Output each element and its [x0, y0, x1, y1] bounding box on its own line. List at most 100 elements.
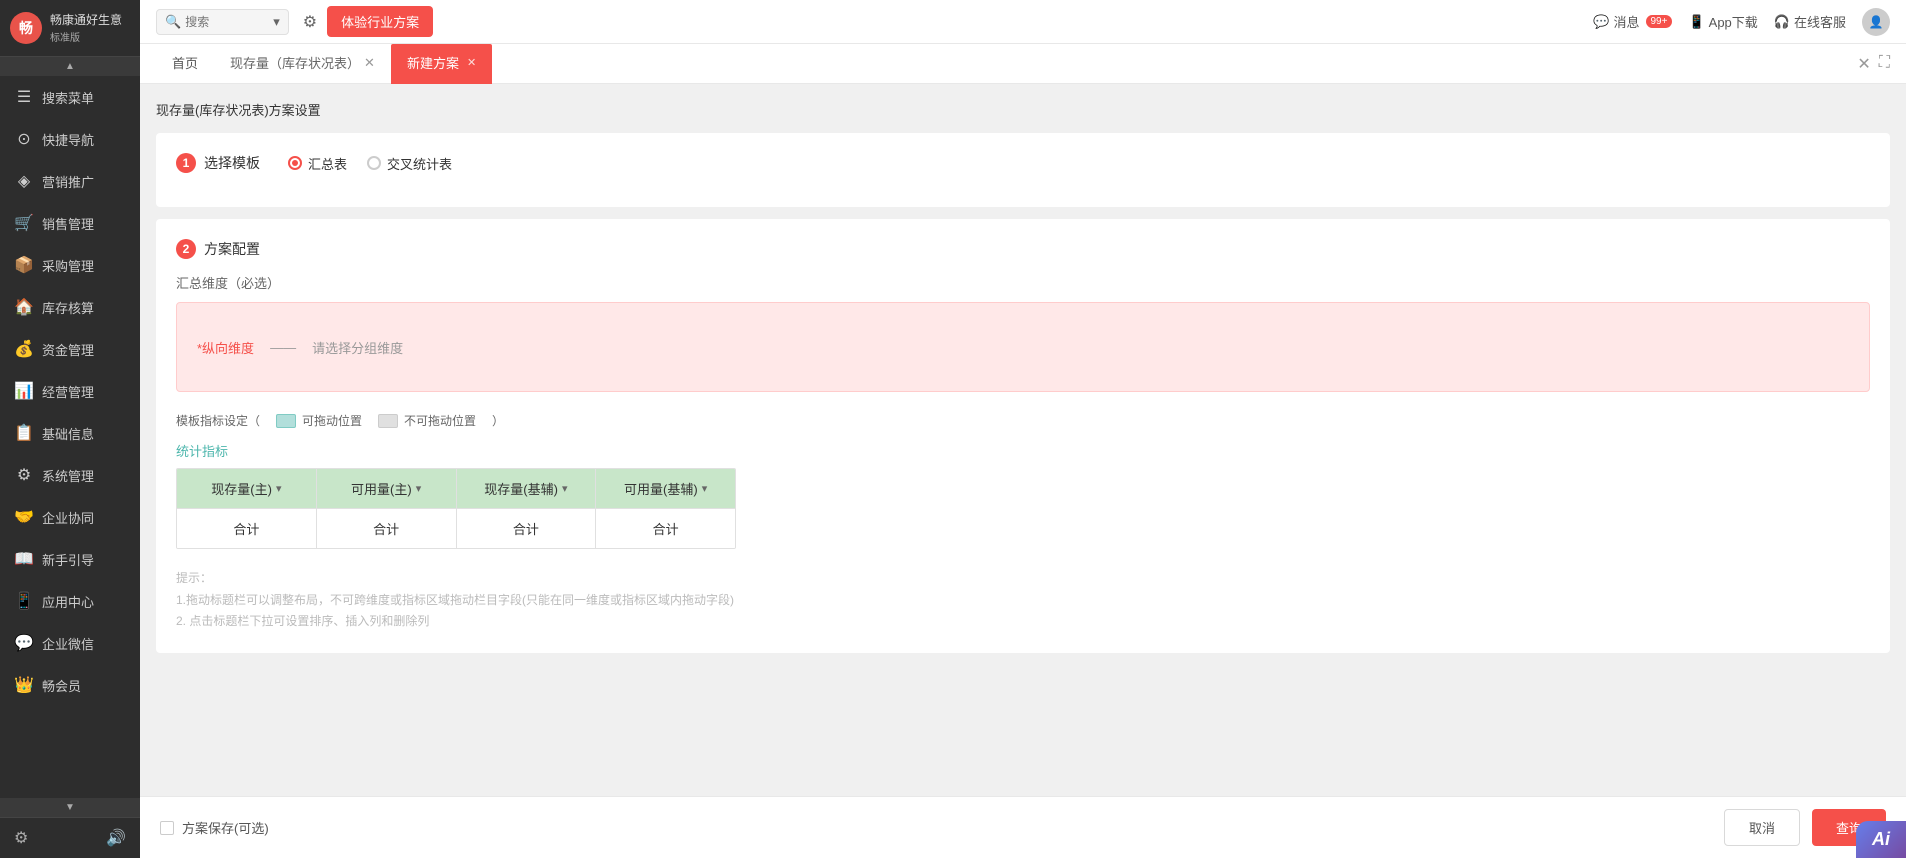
tab-expand-icon[interactable]: ⛶ [1879, 54, 1890, 74]
sidebar-item-purchase[interactable]: 📦 采购管理 [0, 244, 140, 286]
basic-info-icon: 📋 [14, 423, 34, 443]
radio-cross[interactable]: 交叉统计表 [367, 154, 452, 173]
stats-table-header: 现存量(主) ▾ 可用量(主) ▾ 现存量(基辅) ▾ 可用量(基辅) [177, 469, 735, 508]
online-service-item[interactable]: 🎧 在线客服 [1774, 12, 1846, 31]
tips-section: 提示： 1.拖动标题栏可以调整布局，不可跨维度或指标区域拖动栏目字段(只能在同一… [176, 568, 1870, 633]
sidebar-item-label: 企业协同 [42, 508, 94, 527]
user-avatar[interactable]: 👤 [1862, 8, 1890, 36]
chevron-current-aux-icon[interactable]: ▾ [562, 482, 568, 495]
stats-td-available-main: 合计 [317, 509, 457, 548]
sidebar-item-system[interactable]: ⚙ 系统管理 [0, 454, 140, 496]
sidebar-item-label: 经营管理 [42, 382, 94, 401]
stats-th-available-aux-label: 可用量(基辅) [624, 479, 698, 498]
step2-header: 2 方案配置 [176, 239, 1870, 259]
messages-label: 消息 [1613, 12, 1639, 31]
chevron-available-aux-icon[interactable]: ▾ [702, 482, 708, 495]
sidebar-item-label: 搜索菜单 [42, 88, 94, 107]
sidebar-item-label: 销售管理 [42, 214, 94, 233]
cancel-button[interactable]: 取消 [1724, 809, 1800, 846]
save-checkbox[interactable] [160, 821, 174, 835]
sidebar-item-label: 快捷导航 [42, 130, 94, 149]
stats-td-available-aux: 合计 [596, 509, 735, 548]
sidebar-item-search-menu[interactable]: ☰ 搜索菜单 [0, 76, 140, 118]
sidebar-item-app-center[interactable]: 📱 应用中心 [0, 580, 140, 622]
sidebar-item-label: 企业微信 [42, 634, 94, 653]
sidebar-item-label: 营销推广 [42, 172, 94, 191]
tips-item-1: 1.拖动标题栏可以调整布局，不可跨维度或指标区域拖动栏目字段(只能在同一维度或指… [176, 593, 734, 607]
tips-title: 提示： [176, 571, 212, 585]
sidebar-item-basic-info[interactable]: 📋 基础信息 [0, 412, 140, 454]
stats-table: 现存量(主) ▾ 可用量(主) ▾ 现存量(基辅) ▾ 可用量(基辅) [176, 468, 736, 549]
search-icon: 🔍 [165, 14, 181, 30]
online-service-label: 在线客服 [1794, 12, 1846, 31]
tab-home[interactable]: 首页 [156, 44, 214, 84]
trial-btn[interactable]: 体验行业方案 [327, 6, 433, 37]
dimension-form-label: 汇总维度（必选） [176, 273, 1870, 292]
app-logo-icon: 畅 [10, 12, 42, 44]
dimension-required-label: *纵向维度 [197, 338, 254, 357]
stats-th-current-main-label: 现存量(主) [211, 479, 272, 498]
tab-inventory-close-icon[interactable]: ✕ [364, 55, 375, 71]
tab-new-plan[interactable]: 新建方案 ✕ [391, 44, 492, 84]
sidebar-item-label: 采购管理 [42, 256, 94, 275]
sound-icon[interactable]: 🔊 [106, 828, 126, 848]
sidebar-item-guide[interactable]: 📖 新手引导 [0, 538, 140, 580]
tab-new-plan-label: 新建方案 [407, 53, 459, 72]
tab-new-plan-close-icon[interactable]: ✕ [467, 56, 476, 69]
sidebar-item-inventory[interactable]: 🏠 库存核算 [0, 286, 140, 328]
radio-summary[interactable]: 汇总表 [288, 154, 347, 173]
stats-th-available-aux: 可用量(基辅) ▾ [596, 469, 735, 508]
dimension-placeholder: 请选择分组维度 [312, 338, 403, 357]
ai-badge[interactable]: Ai [1856, 821, 1906, 858]
search-input[interactable] [185, 15, 265, 29]
stats-title: 统计指标 [176, 441, 1870, 460]
member-icon: 👑 [14, 675, 34, 695]
messages-item[interactable]: 💬 消息 99+ [1593, 12, 1672, 31]
cooperation-icon: 🤝 [14, 507, 34, 527]
sidebar-item-sales[interactable]: 🛒 销售管理 [0, 202, 140, 244]
footer-bar: 方案保存(可选) 取消 查询 [140, 796, 1906, 858]
sidebar-scroll-up[interactable]: ▲ [0, 57, 140, 76]
chevron-current-main-icon[interactable]: ▾ [276, 482, 282, 495]
save-label: 方案保存(可选) [182, 818, 269, 837]
step2-title: 方案配置 [204, 239, 260, 259]
settings-gear-icon[interactable]: ⚙ [303, 12, 317, 32]
system-icon: ⚙ [14, 465, 34, 485]
page-content: 现存量(库存状况表)方案设置 1 选择模板 汇总表 交叉统计表 [140, 84, 1906, 796]
topbar-right: 💬 消息 99+ 📱 App下载 🎧 在线客服 👤 [1593, 8, 1890, 36]
stats-th-current-main: 现存量(主) ▾ [177, 469, 317, 508]
tab-minimize-icon[interactable]: ✕ [1857, 54, 1870, 74]
sidebar-item-operations[interactable]: 📊 经营管理 [0, 370, 140, 412]
marketing-icon: ◈ [14, 171, 34, 191]
step1-panel: 1 选择模板 汇总表 交叉统计表 [156, 133, 1890, 207]
quick-nav-icon: ⊙ [14, 129, 34, 149]
step2-panel: 2 方案配置 汇总维度（必选） *纵向维度 —— 请选择分组维度 模板指标设定（… [156, 219, 1890, 653]
sidebar-logo: 畅 畅康通好生意 标准版 [0, 0, 140, 57]
dimension-area[interactable]: *纵向维度 —— 请选择分组维度 [176, 302, 1870, 392]
step1-header: 1 选择模板 汇总表 交叉统计表 [176, 153, 1870, 173]
search-menu-icon: ☰ [14, 87, 34, 107]
search-dropdown-icon[interactable]: ▾ [273, 14, 280, 30]
sidebar-scroll-down[interactable]: ▼ [0, 798, 140, 817]
inventory-icon: 🏠 [14, 297, 34, 317]
app-center-icon: 📱 [14, 591, 34, 611]
dimension-dash: —— [270, 340, 296, 355]
topbar-search-box[interactable]: 🔍 ▾ [156, 9, 289, 35]
sidebar-item-marketing[interactable]: ◈ 营销推广 [0, 160, 140, 202]
legend-non-draggable-box [378, 414, 398, 428]
sidebar: 畅 畅康通好生意 标准版 ▲ ☰ 搜索菜单 ⊙ 快捷导航 ◈ 营销推广 🛒 销售… [0, 0, 140, 858]
sidebar-item-quick-nav[interactable]: ⊙ 快捷导航 [0, 118, 140, 160]
tab-home-label: 首页 [172, 53, 198, 72]
sidebar-item-cooperation[interactable]: 🤝 企业协同 [0, 496, 140, 538]
sidebar-item-member[interactable]: 👑 畅会员 [0, 664, 140, 706]
app-edition: 标准版 [50, 29, 122, 44]
radio-cross-label: 交叉统计表 [387, 154, 452, 173]
chevron-available-main-icon[interactable]: ▾ [416, 482, 422, 495]
settings-icon[interactable]: ⚙ [14, 828, 28, 848]
tab-inventory-status[interactable]: 现存量（库存状况表） ✕ [214, 44, 391, 84]
sidebar-item-wechat[interactable]: 💬 企业微信 [0, 622, 140, 664]
legend-non-draggable-label: 不可拖动位置 [404, 412, 476, 429]
legend-draggable-label: 可拖动位置 [302, 412, 362, 429]
app-download-item[interactable]: 📱 App下载 [1688, 12, 1757, 31]
sidebar-item-finance[interactable]: 💰 资金管理 [0, 328, 140, 370]
